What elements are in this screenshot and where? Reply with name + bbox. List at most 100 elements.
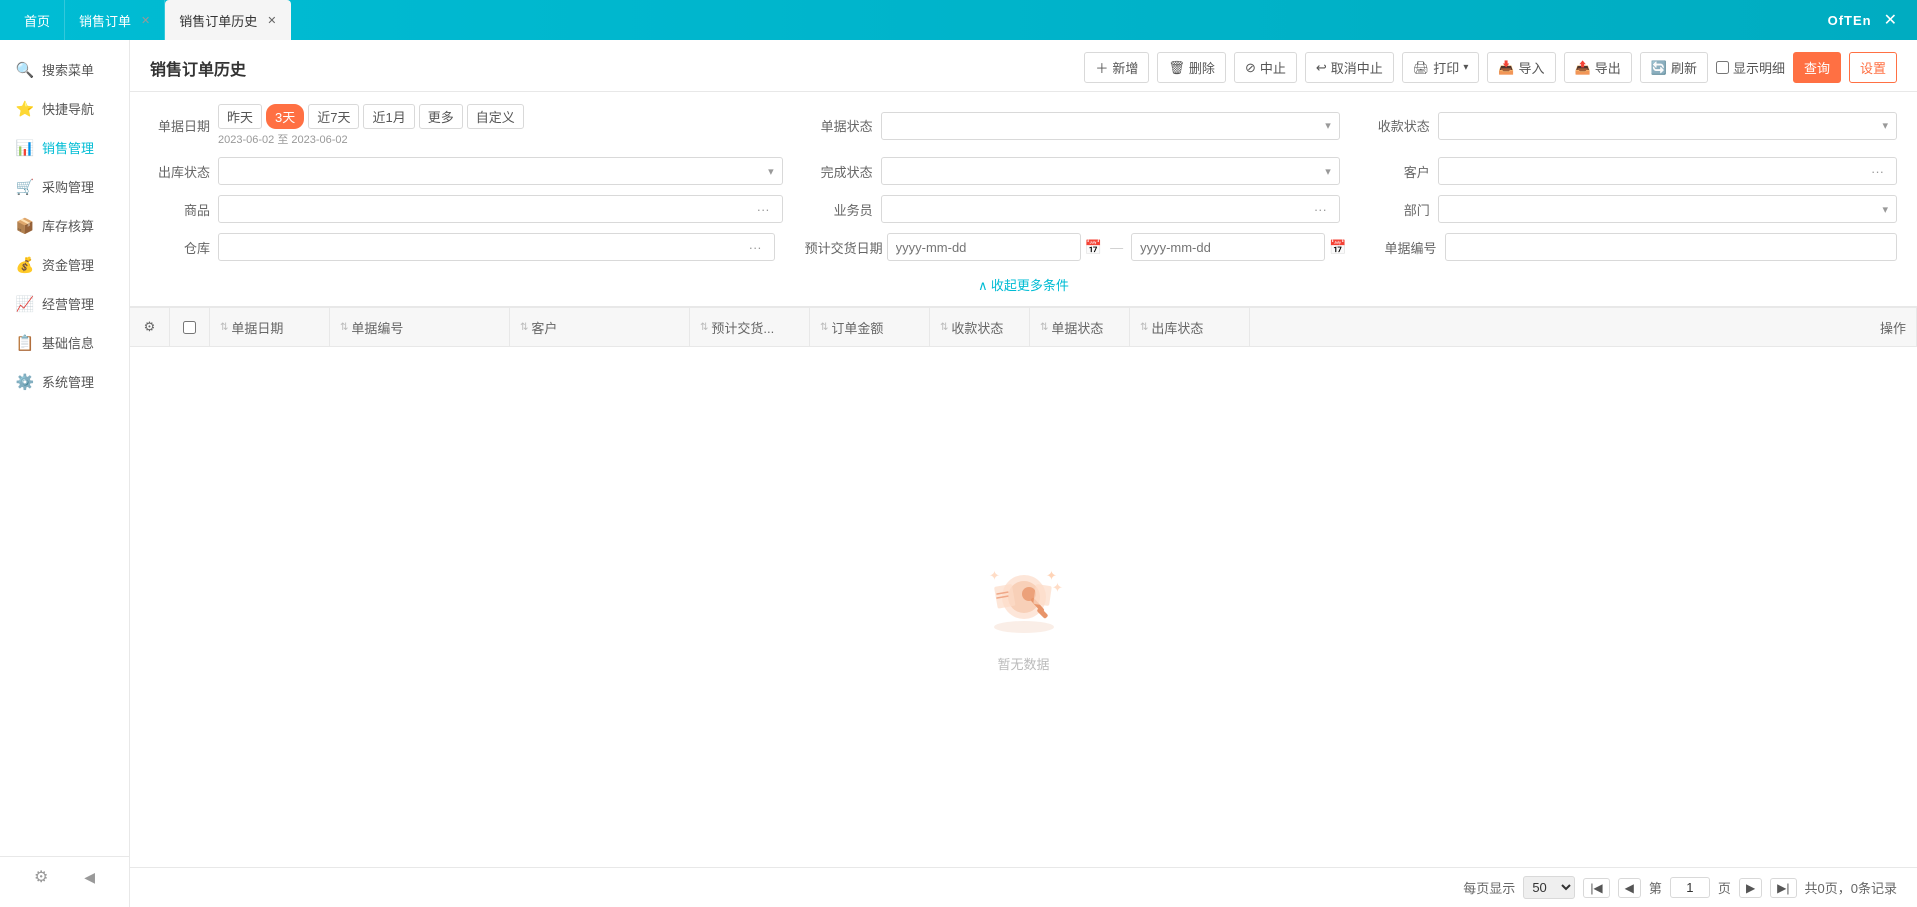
- export-button[interactable]: 📤 导出: [1564, 52, 1632, 83]
- filter-warehouse-status: 出库状态 ▾: [150, 157, 783, 185]
- sales-mgmt-icon: 📊: [16, 139, 34, 157]
- import-icon: 📥: [1498, 60, 1514, 76]
- date-btn-custom[interactable]: 自定义: [467, 104, 524, 129]
- stop-button[interactable]: ⊘ 中止: [1234, 52, 1297, 83]
- date-sort-icon[interactable]: ⇅: [220, 322, 228, 333]
- svg-text:✦: ✦: [1052, 580, 1063, 595]
- filter-date: 单据日期 昨天 3天 近7天: [150, 104, 783, 147]
- print-button[interactable]: 🖨 打印 ▾: [1402, 52, 1480, 83]
- per-page-select[interactable]: 20 50 100 200: [1523, 876, 1575, 899]
- th-action-label: 操作: [1880, 318, 1906, 337]
- complete-status-select[interactable]: ▾: [881, 157, 1340, 185]
- date-btn-today[interactable]: 昨天: [218, 104, 262, 129]
- system-icon: ⚙️: [16, 373, 34, 391]
- select-all-checkbox[interactable]: [183, 321, 196, 334]
- warehouse-status-select[interactable]: ▾: [218, 157, 783, 185]
- th-date-label: 单据日期: [231, 318, 283, 337]
- th-settings[interactable]: ⚙: [130, 308, 170, 346]
- payment-sort-icon[interactable]: ⇅: [940, 322, 948, 333]
- purchase-mgmt-icon: 🛒: [16, 178, 34, 196]
- date-btn-custom-label: 自定义: [476, 110, 515, 125]
- customer-sort-icon[interactable]: ⇅: [520, 322, 528, 333]
- collapse-label: 收起更多条件: [991, 278, 1069, 293]
- th-date: ⇅ 单据日期: [210, 308, 330, 346]
- cancel-stop-button[interactable]: ↩ 取消中止: [1305, 52, 1394, 83]
- new-button[interactable]: ＋ 新增: [1084, 52, 1149, 83]
- date-btn-more[interactable]: 更多: [419, 104, 463, 129]
- department-select[interactable]: ▾: [1438, 195, 1897, 223]
- amount-sort-icon[interactable]: ⇅: [820, 322, 828, 333]
- filter-row-3: 商品 ··· 业务员 ··· 部门 ▾: [150, 195, 1897, 223]
- th-checkbox[interactable]: [170, 308, 210, 346]
- th-payment-status: ⇅ 收款状态: [930, 308, 1030, 346]
- sidebar-item-inventory[interactable]: 📦 库存核算: [0, 206, 129, 245]
- refresh-icon: 🔄: [1651, 60, 1667, 76]
- tab-home[interactable]: 首页: [10, 0, 65, 40]
- filter-goods: 商品 ···: [150, 195, 783, 223]
- sidebar-item-sales-mgmt[interactable]: 📊 销售管理: [0, 128, 129, 167]
- tab-sales-order-history-close[interactable]: ✕: [267, 14, 276, 27]
- delivery-date-start-input[interactable]: [887, 233, 1081, 261]
- query-button[interactable]: 查询: [1793, 52, 1841, 83]
- collapse-button[interactable]: ∧ 收起更多条件: [150, 271, 1897, 294]
- salesperson-select[interactable]: ···: [881, 195, 1340, 223]
- last-page-button[interactable]: ▶|: [1770, 878, 1796, 898]
- refresh-button[interactable]: 🔄 刷新: [1640, 52, 1708, 83]
- payment-status-select[interactable]: ▾: [1438, 112, 1897, 140]
- date-btn-1month[interactable]: 近1月: [363, 104, 414, 129]
- settings-button[interactable]: 设置: [1849, 52, 1897, 83]
- salesperson-dots[interactable]: ···: [1310, 202, 1331, 217]
- sidebar-item-system[interactable]: ⚙️ 系统管理: [0, 362, 129, 401]
- sidebar-item-finance[interactable]: 💰 资金管理: [0, 245, 129, 284]
- settings-gear-icon[interactable]: ⚙: [144, 319, 156, 335]
- sidebar-item-quick-nav[interactable]: ⭐ 快捷导航: [0, 89, 129, 128]
- page-number-input[interactable]: [1670, 877, 1710, 898]
- doc-number-label: 单据编号: [1377, 238, 1437, 257]
- doc-status-select[interactable]: ▾: [881, 112, 1340, 140]
- customer-select[interactable]: ···: [1438, 157, 1897, 185]
- new-icon: ＋: [1095, 58, 1108, 77]
- import-label: 导入: [1519, 58, 1545, 77]
- delivery-sort-icon[interactable]: ⇅: [700, 322, 708, 333]
- calendar-start-icon[interactable]: 📅: [1085, 239, 1102, 256]
- doc-status-chevron: ▾: [1325, 119, 1331, 132]
- customer-dots[interactable]: ···: [1867, 164, 1888, 179]
- sidebar-item-basic-info[interactable]: 📋 基础信息: [0, 323, 129, 362]
- tab-sales-order[interactable]: 销售订单 ✕: [65, 0, 165, 40]
- import-button[interactable]: 📥 导入: [1487, 52, 1555, 83]
- doc-number-input[interactable]: [1445, 233, 1898, 261]
- goods-dots[interactable]: ···: [753, 202, 774, 217]
- table-area: ⚙ ⇅ 单据日期 ⇅ 单据编号 ⇅ 客户 ⇅: [130, 307, 1917, 867]
- sidebar-collapse-icon[interactable]: ◀: [84, 869, 95, 886]
- next-page-button[interactable]: ▶: [1739, 878, 1762, 898]
- th-delivery: ⇅ 预计交货...: [690, 308, 810, 346]
- sidebar-item-inventory-label: 库存核算: [42, 216, 94, 235]
- tab-sales-order-history[interactable]: 销售订单历史 ✕: [165, 0, 291, 40]
- delete-button[interactable]: 🗑 删除: [1157, 52, 1226, 83]
- operations-icon: 📈: [16, 295, 34, 313]
- display-toggle-label: 显示明细: [1733, 58, 1785, 77]
- sidebar-item-operations[interactable]: 📈 经营管理: [0, 284, 129, 323]
- date-btn-3days[interactable]: 3天: [266, 104, 304, 129]
- delivery-date-end-input[interactable]: [1131, 233, 1325, 261]
- goods-select[interactable]: ···: [218, 195, 783, 223]
- display-toggle-checkbox[interactable]: [1716, 61, 1729, 74]
- doc-status-sort-icon[interactable]: ⇅: [1040, 322, 1048, 333]
- top-close-icon[interactable]: ✕: [1884, 10, 1897, 30]
- warehouse-dots[interactable]: ···: [745, 240, 766, 255]
- tab-sales-order-close[interactable]: ✕: [141, 14, 150, 27]
- filter-warehouse: 仓库 ···: [150, 233, 775, 261]
- app-logo: OfTEn: [1828, 13, 1872, 28]
- tab-sales-order-history-label: 销售订单历史: [179, 11, 257, 30]
- sidebar-item-search-menu[interactable]: 🔍 搜索菜单: [0, 50, 129, 89]
- sidebar-item-sales-mgmt-label: 销售管理: [42, 138, 94, 157]
- docno-sort-icon[interactable]: ⇅: [340, 322, 348, 333]
- first-page-button[interactable]: |◀: [1583, 878, 1609, 898]
- date-btn-7days[interactable]: 近7天: [308, 104, 359, 129]
- prev-page-button[interactable]: ◀: [1618, 878, 1641, 898]
- sidebar-item-purchase-mgmt[interactable]: 🛒 采购管理: [0, 167, 129, 206]
- sidebar-settings-icon[interactable]: ⚙: [34, 867, 48, 887]
- warehouse-sort-icon[interactable]: ⇅: [1140, 322, 1148, 333]
- calendar-end-icon[interactable]: 📅: [1329, 239, 1346, 256]
- warehouse-select[interactable]: ···: [218, 233, 775, 261]
